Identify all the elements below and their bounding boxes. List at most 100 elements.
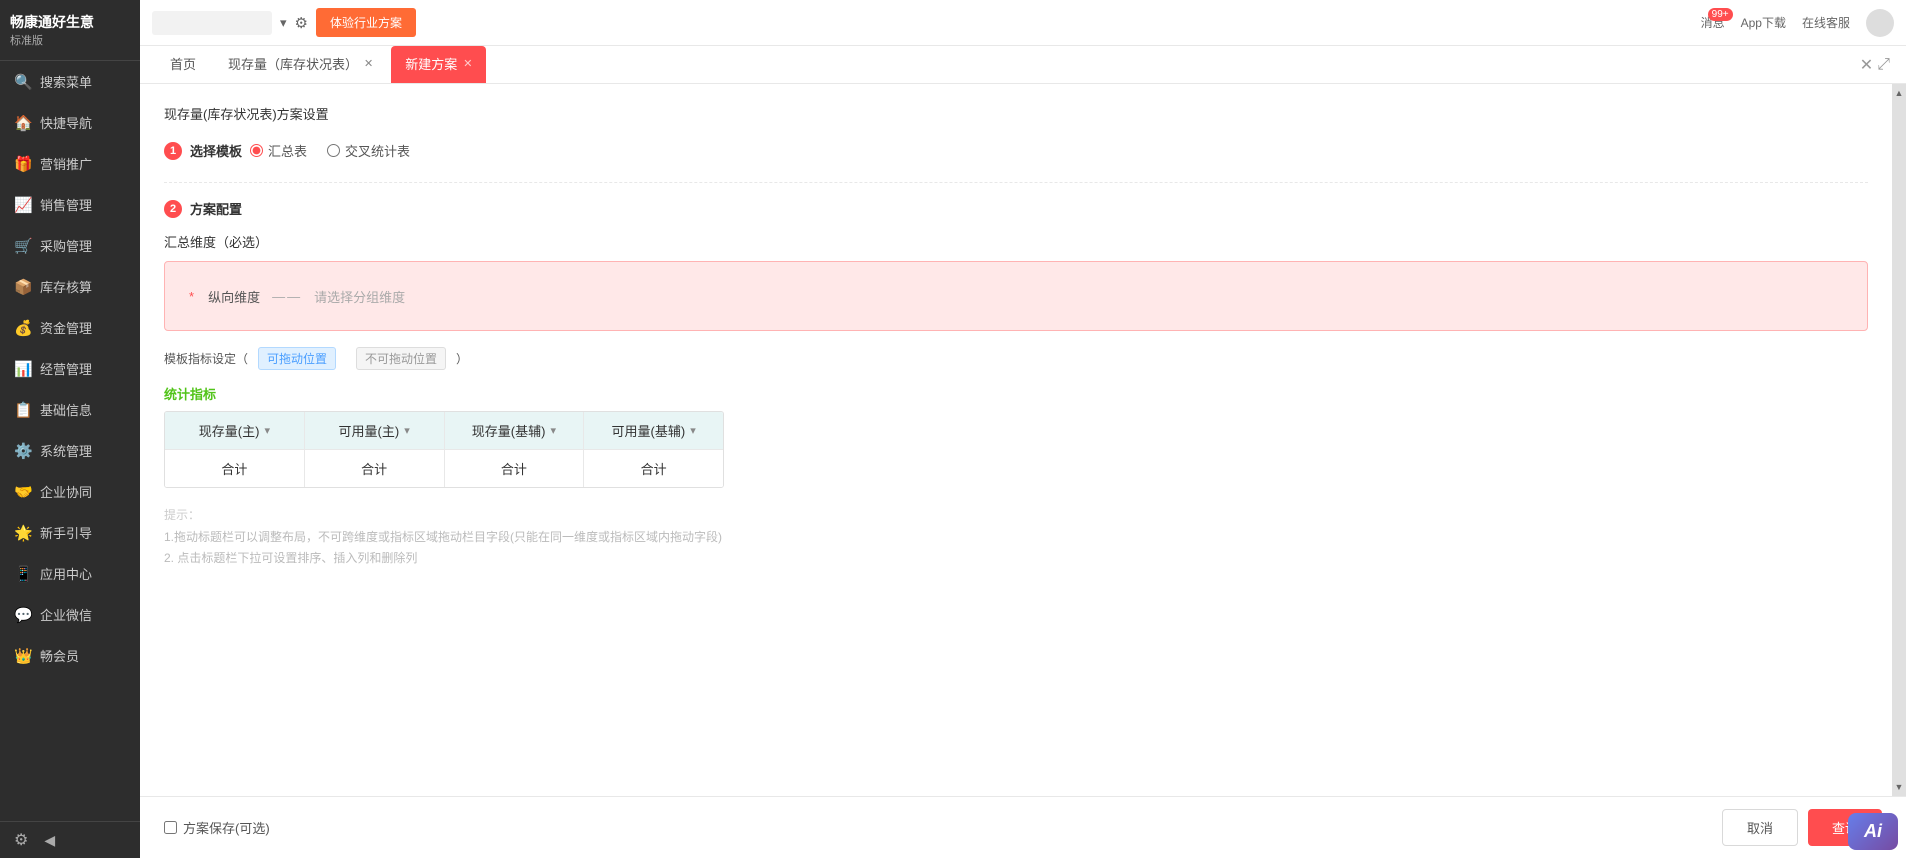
dimension-dashes: —— [272, 289, 302, 304]
save-checkbox[interactable]: 方案保存(可选) [164, 818, 270, 837]
dropdown-icon[interactable]: ▾ [280, 15, 287, 31]
radio-cross-label: 交叉统计表 [345, 141, 410, 160]
settings-icon[interactable]: ⚙ [14, 830, 28, 850]
gear-icon[interactable]: ⚙ [295, 14, 308, 32]
app-download-link[interactable]: App下载 [1741, 14, 1786, 31]
tab-inventory-close[interactable]: ✕ [364, 57, 373, 70]
sidebar-item-finance[interactable]: 💰 资金管理 [0, 307, 140, 348]
radio-cross-input[interactable] [327, 144, 340, 157]
draggable-badge: 可拖动位置 [258, 347, 336, 370]
tab-home-label: 首页 [170, 54, 196, 73]
stats-table: 现存量(主) ▾ 可用量(主) ▾ 现存量(基辅) ▾ [164, 411, 724, 488]
gift-icon: 🎁 [14, 155, 32, 173]
col4-chevron[interactable]: ▾ [690, 424, 696, 437]
scroll-up-btn[interactable]: ▲ [1892, 84, 1906, 102]
sidebar-logo: 畅康通好生意 标准版 [0, 0, 140, 61]
sidebar-item-inventory[interactable]: 📦 库存核算 [0, 266, 140, 307]
step-2-badge: 2 [164, 200, 182, 218]
col2-body: 合计 [305, 450, 445, 487]
wechat-icon: 💬 [14, 606, 32, 624]
sidebar-nav: 🔍 搜索菜单 🏠 快捷导航 🎁 营销推广 📈 销售管理 🛒 采购管理 📦 库存核… [0, 61, 140, 821]
sidebar-item-quick-nav[interactable]: 🏠 快捷导航 [0, 102, 140, 143]
save-checkbox-input[interactable] [164, 821, 177, 834]
tab-inventory-label: 现存量（库存状况表） [228, 54, 358, 73]
col3-body: 合计 [445, 450, 585, 487]
section-2: 2 方案配置 汇总维度（必选） * 纵向维度 —— 请选择分组维度 [164, 199, 1868, 570]
sidebar-item-label: 采购管理 [40, 236, 92, 255]
cancel-button[interactable]: 取消 [1722, 809, 1798, 846]
tab-inventory-status[interactable]: 现存量（库存状况表） ✕ [214, 46, 387, 83]
step-1-title: 选择模板 [190, 141, 242, 160]
trial-btn[interactable]: 体验行业方案 [316, 8, 416, 37]
expand-panel-btn[interactable]: ⤢ [1877, 56, 1890, 74]
chart-icon: 📈 [14, 196, 32, 214]
system-icon: ⚙️ [14, 442, 32, 460]
dimension-field: 纵向维度 [208, 287, 260, 306]
sidebar-item-member[interactable]: 👑 畅会员 [0, 635, 140, 676]
col1-label: 现存量(主) [199, 421, 260, 440]
sidebar-item-basic-info[interactable]: 📋 基础信息 [0, 389, 140, 430]
sidebar-item-enterprise[interactable]: 🤝 企业协同 [0, 471, 140, 512]
radio-summary[interactable]: 汇总表 [250, 141, 307, 160]
col1-chevron[interactable]: ▾ [264, 424, 270, 437]
sidebar-item-label: 应用中心 [40, 564, 92, 583]
box-icon: 📦 [14, 278, 32, 296]
online-service-link[interactable]: 在线客服 [1802, 14, 1850, 31]
section-1-header: 1 选择模板 汇总表 交叉统计表 [164, 141, 1868, 160]
dimension-required: * [189, 289, 194, 304]
dimension-area[interactable]: * 纵向维度 —— 请选择分组维度 [164, 261, 1868, 331]
search-input[interactable] [152, 11, 272, 35]
step-1-badge: 1 [164, 142, 182, 160]
panel: 现存量(库存状况表)方案设置 1 选择模板 汇总表 [140, 84, 1892, 796]
content: 现存量(库存状况表)方案设置 1 选择模板 汇总表 [140, 84, 1892, 796]
collapse-icon[interactable]: ◀ [44, 832, 55, 849]
radio-summary-input[interactable] [250, 144, 263, 157]
sidebar-item-new-guide[interactable]: 🌟 新手引导 [0, 512, 140, 553]
col2-chevron[interactable]: ▾ [404, 424, 410, 437]
footer-bar: 方案保存(可选) 取消 查询 [140, 796, 1906, 858]
crown-icon: 👑 [14, 647, 32, 665]
ai-badge[interactable]: Ai [1848, 813, 1898, 850]
sidebar-item-label: 快捷导航 [40, 113, 92, 132]
col4-label: 可用量(基辅) [612, 421, 686, 440]
sidebar-item-sales[interactable]: 📈 销售管理 [0, 184, 140, 225]
page-title: 现存量(库存状况表)方案设置 [164, 104, 1868, 123]
enterprise-icon: 🤝 [14, 483, 32, 501]
radio-cross[interactable]: 交叉统计表 [327, 141, 410, 160]
sidebar-item-purchase[interactable]: 🛒 采购管理 [0, 225, 140, 266]
sidebar-item-search-menu[interactable]: 🔍 搜索菜单 [0, 61, 140, 102]
close-panel-btn[interactable]: ✕ [1860, 55, 1873, 75]
sidebar-item-label: 搜索菜单 [40, 72, 92, 91]
radio-summary-label: 汇总表 [268, 141, 307, 160]
sidebar-item-app-center[interactable]: 📱 应用中心 [0, 553, 140, 594]
sidebar-item-label: 营销推广 [40, 154, 92, 173]
tab-new-plan-label: 新建方案 [405, 54, 457, 73]
scroll-down-btn[interactable]: ▼ [1892, 778, 1906, 796]
scroll-arrows: ▲ ▼ [1892, 84, 1906, 796]
tips-item2: 2. 点击标题栏下拉可设置排序、插入列和删除列 [164, 551, 417, 565]
star-icon: 🌟 [14, 524, 32, 542]
col3-chevron[interactable]: ▾ [550, 424, 556, 437]
home-icon: 🏠 [14, 114, 32, 132]
sidebar-item-marketing[interactable]: 🎁 营销推广 [0, 143, 140, 184]
sidebar-item-system[interactable]: ⚙️ 系统管理 [0, 430, 140, 471]
tab-new-plan-close[interactable]: ✕ [463, 57, 472, 70]
sidebar-item-operations[interactable]: 📊 经营管理 [0, 348, 140, 389]
section-2-header: 2 方案配置 [164, 199, 1868, 218]
tabbar: 首页 现存量（库存状况表） ✕ 新建方案 ✕ ✕ ⤢ [140, 46, 1906, 84]
message-badge: 99+ [1708, 8, 1733, 21]
tab-new-plan[interactable]: 新建方案 ✕ [391, 46, 486, 83]
message-wrap[interactable]: 消息 99+ [1701, 14, 1725, 31]
tab-home[interactable]: 首页 [156, 46, 210, 83]
col2-label: 可用量(主) [339, 421, 400, 440]
non-draggable-badge: 不可拖动位置 [356, 347, 446, 370]
tips-item1: 1.拖动标题栏可以调整布局，不可跨维度或指标区域拖动栏目字段(只能在同一维度或指… [164, 530, 722, 544]
sidebar-item-label: 畅会员 [40, 646, 79, 665]
sidebar-bottom: ⚙ ◀ [0, 821, 140, 858]
sidebar-item-label: 新手引导 [40, 523, 92, 542]
topbar-left: ▾ ⚙ 体验行业方案 [152, 8, 1691, 37]
search-icon: 🔍 [14, 73, 32, 91]
col4-body: 合计 [584, 450, 723, 487]
col4-header: 可用量(基辅) ▾ [584, 412, 723, 449]
sidebar-item-wechat[interactable]: 💬 企业微信 [0, 594, 140, 635]
